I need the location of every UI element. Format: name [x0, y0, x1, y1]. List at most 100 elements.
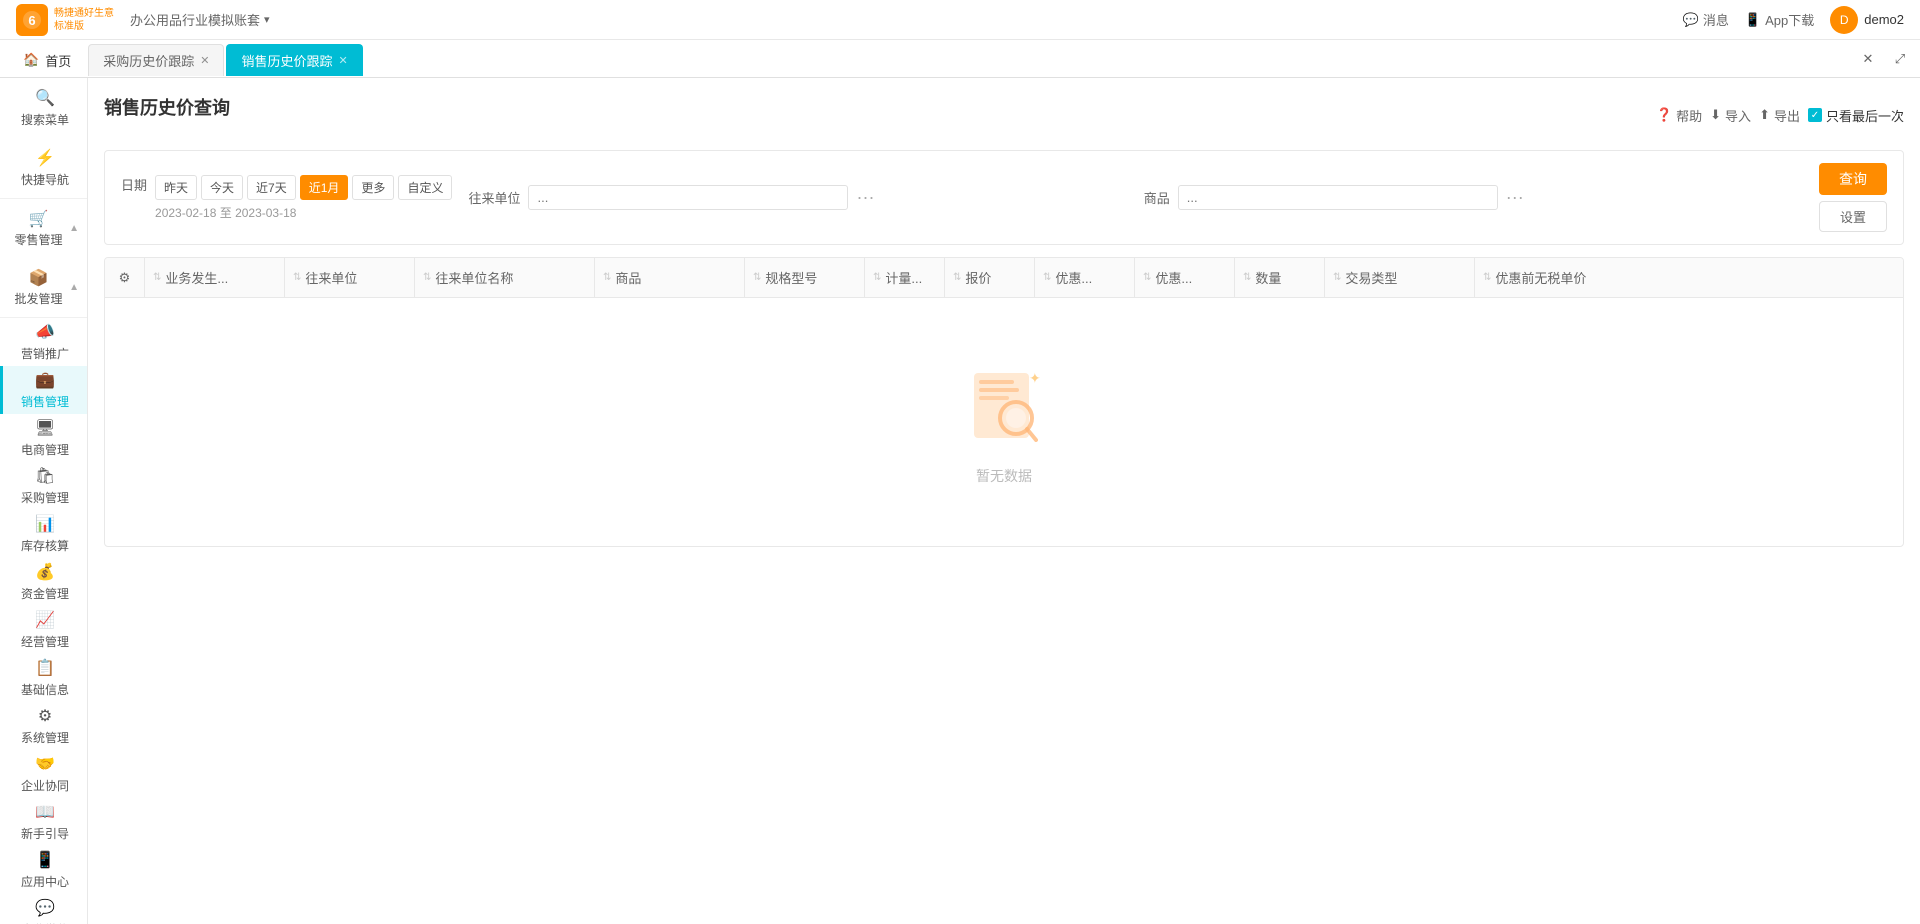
sidebar-item-search[interactable]: 🔍 搜索菜单	[0, 78, 87, 138]
th-partner-code-label: 往来单位	[305, 268, 357, 287]
close-tab-btn[interactable]: ✕	[1856, 47, 1880, 71]
th-price-label: 报价	[965, 268, 991, 287]
content-area: 销售历史价查询 ❓ 帮助 ⬇ 导入 ⬆ 导出	[88, 78, 1920, 924]
sidebar-item-purchase[interactable]: 🛍 采购管理	[0, 462, 87, 510]
partner-dots[interactable]: ···	[856, 187, 874, 208]
message-label: 消息	[1703, 10, 1729, 29]
app-selector[interactable]: 办公用品行业模拟账套 ▾	[122, 6, 278, 33]
th-partner-name[interactable]: ⇅ 往来单位名称	[415, 258, 595, 297]
wholesale-icon: 📦	[29, 268, 49, 288]
sidebar-item-quick[interactable]: ⚡ 快捷导航	[0, 138, 87, 198]
th-date[interactable]: ⇅ 业务发生...	[145, 258, 285, 297]
sidebar-item-retail[interactable]: 🛒 零售管理 ▲	[0, 199, 87, 258]
th-tax-price[interactable]: ⇅ 优惠前无税单价	[1475, 258, 1903, 297]
sidebar-item-basic[interactable]: 📋 基础信息	[0, 654, 87, 702]
partner-filter-label: 往来单位	[468, 188, 520, 207]
sidebar-operations-label: 经营管理	[21, 633, 69, 650]
user-profile[interactable]: D demo2	[1830, 6, 1904, 34]
sidebar-basic-label: 基础信息	[21, 681, 69, 698]
sidebar-retail-label: 零售管理	[15, 231, 63, 248]
main-layout: 🔍 搜索菜单 ⚡ 快捷导航 🛒 零售管理 ▲ 📦 批发管理	[0, 78, 1920, 924]
export-action[interactable]: ⬆ 导出	[1759, 106, 1800, 125]
quick-icon: ⚡	[35, 148, 55, 168]
import-label: 导入	[1725, 106, 1751, 125]
page-title: 销售历史价查询	[104, 94, 230, 120]
th-unit[interactable]: ⇅ 计量...	[865, 258, 945, 297]
product-dots[interactable]: ···	[1506, 187, 1524, 208]
sort-icon7: ⇅	[953, 272, 961, 283]
tab-home[interactable]: 🏠 首页	[8, 44, 86, 76]
tab-sales[interactable]: 销售历史价跟踪 ✕	[226, 44, 362, 76]
only-last-label: 只看最后一次	[1826, 106, 1904, 125]
sidebar-item-wechat[interactable]: 💬 企业微信	[0, 894, 87, 924]
th-date-label: 业务发生...	[165, 268, 228, 287]
settings-button[interactable]: 设置	[1819, 201, 1887, 232]
sort-icon12: ⇅	[1483, 272, 1491, 283]
th-price[interactable]: ⇅ 报价	[945, 258, 1035, 297]
th-quantity-label: 数量	[1255, 268, 1281, 287]
th-product[interactable]: ⇅ 商品	[595, 258, 745, 297]
date-btn-today[interactable]: 今天	[201, 175, 243, 200]
message-action[interactable]: 💬 消息	[1683, 10, 1729, 29]
maximize-btn[interactable]: ⤢	[1888, 47, 1912, 71]
th-trade-type[interactable]: ⇅ 交易类型	[1325, 258, 1475, 297]
tab-sales-close[interactable]: ✕	[338, 54, 347, 67]
sidebar-item-marketing[interactable]: 📣 营销推广	[0, 318, 87, 366]
date-btn-more[interactable]: 更多	[352, 175, 394, 200]
sidebar-item-operations[interactable]: 📈 经营管理	[0, 606, 87, 654]
th-quantity[interactable]: ⇅ 数量	[1235, 258, 1325, 297]
product-input[interactable]	[1178, 185, 1498, 210]
partner-input[interactable]	[528, 185, 848, 210]
page-header: 销售历史价查询 ❓ 帮助 ⬇ 导入 ⬆ 导出	[104, 94, 1904, 136]
sidebar-item-system[interactable]: ⚙ 系统管理	[0, 702, 87, 750]
sidebar-guide-label: 新手引导	[21, 825, 69, 842]
query-button[interactable]: 查询	[1819, 163, 1887, 195]
chevron-down-icon: ▾	[264, 13, 270, 26]
help-action[interactable]: ❓ 帮助	[1656, 106, 1702, 125]
th-settings[interactable]: ⚙	[105, 258, 145, 297]
date-btn-7days[interactable]: 近7天	[247, 175, 296, 200]
message-icon: 💬	[1683, 12, 1699, 28]
sort-icon5: ⇅	[753, 272, 761, 283]
header-right: 💬 消息 📱 App下载 D demo2	[1683, 6, 1904, 34]
sidebar-item-cooperation[interactable]: 🤝 企业协同	[0, 750, 87, 798]
system-icon: ⚙	[38, 706, 52, 726]
sidebar-item-guide[interactable]: 📖 新手引导	[0, 798, 87, 846]
date-filter-content: 昨天 今天 近7天 近1月 更多 自定义 2023-02-18 至 2023-0…	[155, 175, 452, 221]
sidebar-item-finance[interactable]: 💰 资金管理	[0, 558, 87, 606]
sidebar-marketing-label: 营销推广	[21, 345, 69, 362]
page-content: 销售历史价查询 ❓ 帮助 ⬇ 导入 ⬆ 导出	[88, 78, 1920, 924]
sidebar-finance-label: 资金管理	[21, 585, 69, 602]
date-btn-yesterday[interactable]: 昨天	[155, 175, 197, 200]
tab-purchase[interactable]: 采购历史价跟踪 ✕	[88, 44, 224, 76]
user-name: demo2	[1864, 12, 1904, 27]
sort-icon2: ⇅	[293, 272, 301, 283]
export-icon: ⬆	[1759, 107, 1770, 123]
only-last-checkbox[interactable]: 只看最后一次	[1808, 106, 1904, 125]
sidebar-item-inventory[interactable]: 📊 库存核算	[0, 510, 87, 558]
tab-purchase-close[interactable]: ✕	[200, 54, 209, 67]
empty-illustration: ✦	[954, 358, 1054, 458]
th-discount1[interactable]: ⇅ 优惠...	[1035, 258, 1135, 297]
import-action[interactable]: ⬇ 导入	[1710, 106, 1751, 125]
sidebar-item-sales[interactable]: 💼 销售管理	[0, 366, 87, 414]
th-partner-code[interactable]: ⇅ 往来单位	[285, 258, 415, 297]
th-spec[interactable]: ⇅ 规格型号	[745, 258, 865, 297]
sort-icon9: ⇅	[1143, 272, 1151, 283]
th-product-label: 商品	[615, 268, 641, 287]
product-filter-group: 商品 ···	[1144, 185, 1803, 210]
sort-icon3: ⇅	[423, 272, 431, 283]
th-trade-type-label: 交易类型	[1345, 268, 1397, 287]
date-btn-1month[interactable]: 近1月	[300, 175, 349, 200]
sidebar-system-label: 系统管理	[21, 729, 69, 746]
app-download-action[interactable]: 📱 App下载	[1745, 10, 1814, 29]
sidebar-item-appstore[interactable]: 📱 应用中心	[0, 846, 87, 894]
retail-icon: 🛒	[29, 209, 49, 229]
sidebar-item-wholesale[interactable]: 📦 批发管理 ▲	[0, 258, 87, 317]
sidebar-item-ecommerce[interactable]: 🖥 电商管理	[0, 414, 87, 462]
date-btn-custom[interactable]: 自定义	[398, 175, 452, 200]
th-unit-label: 计量...	[885, 268, 922, 287]
date-range-display: 2023-02-18 至 2023-03-18	[155, 204, 452, 221]
th-discount2[interactable]: ⇅ 优惠...	[1135, 258, 1235, 297]
filter-bar: 日期 昨天 今天 近7天 近1月 更多 自定义 2023-02-18 至 202…	[104, 150, 1904, 245]
